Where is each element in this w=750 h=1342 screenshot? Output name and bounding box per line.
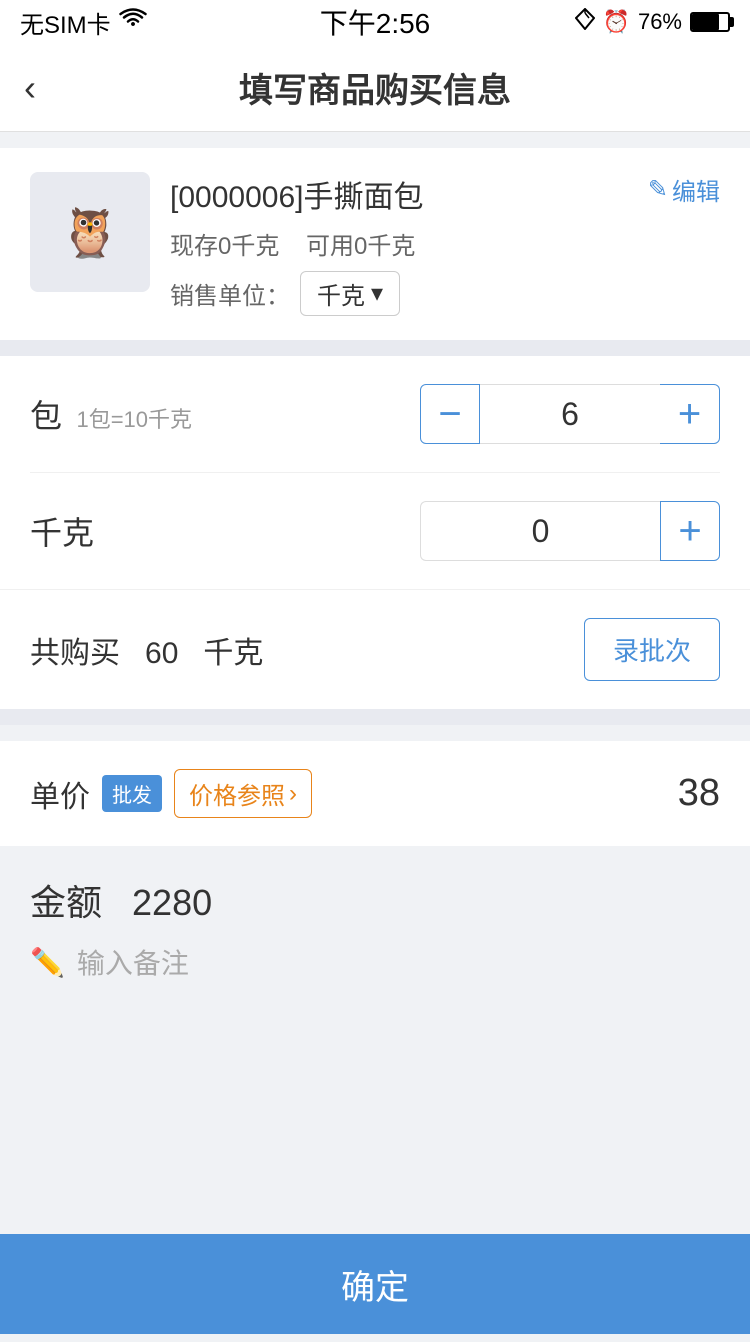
remark-row[interactable]: ✏️ 输入备注 (30, 942, 720, 982)
confirm-button[interactable]: 确定 (341, 1260, 409, 1309)
time-display: 下午2:56 (320, 2, 431, 42)
status-bar: 无SIM卡 下午2:56 ⏰ 76% (0, 0, 750, 44)
bag-qty-controls: − + (420, 384, 720, 444)
price-section: 单价 批发 价格参照 › 38 (0, 741, 750, 846)
status-right: ⏰ 76% (575, 8, 730, 36)
amount-section: 金额 2280 ✏️ 输入备注 (0, 846, 750, 1002)
chevron-down-icon: ▾ (371, 279, 383, 308)
kg-qty-row: 千克 + (30, 473, 720, 589)
total-row: 共购买 60 千克 录批次 (0, 589, 750, 709)
alarm-icon: ⏰ (603, 9, 630, 35)
carrier-label: 无SIM卡 (20, 5, 111, 40)
kg-label-group: 千克 (30, 508, 94, 554)
nav-bar: ‹ 填写商品购买信息 (0, 44, 750, 132)
edit-icon: ✎ (648, 175, 668, 204)
product-unit-row: 销售单位： 千克 ▾ (170, 271, 720, 316)
amount-label: 金额 (30, 882, 102, 923)
amount-value: 2280 (132, 882, 212, 923)
page-title: 填写商品购买信息 (239, 63, 511, 112)
price-label: 单价 (30, 772, 90, 816)
kg-qty-input[interactable] (420, 501, 660, 561)
status-left: 无SIM卡 (20, 5, 147, 40)
unit-label: 销售单位： (170, 276, 290, 311)
price-ref-label: 价格参照 (189, 776, 285, 811)
price-ref-button[interactable]: 价格参照 › (174, 769, 312, 818)
chevron-right-icon: › (289, 780, 297, 808)
unit-value: 千克 (317, 276, 365, 311)
back-button[interactable]: ‹ (24, 67, 36, 109)
bag-label-group: 包 1包=10千克 (30, 391, 192, 437)
product-name: [0000006]手撕面包 (170, 172, 720, 216)
pencil-icon: ✏️ (30, 946, 65, 979)
price-batch-tag: 批发 (102, 775, 162, 812)
bag-sub-label: 1包=10千克 (76, 407, 192, 432)
bag-qty-row: 包 1包=10千克 − + (30, 356, 720, 473)
edit-button[interactable]: ✎ 编辑 (648, 172, 720, 207)
quantity-section: 包 1包=10千克 − + 千克 + (0, 356, 750, 589)
wifi-icon (119, 8, 147, 37)
price-value: 38 (678, 772, 720, 815)
total-label: 共购买 (30, 637, 120, 670)
battery-percent: 76% (638, 9, 682, 35)
total-unit: 千克 (203, 637, 263, 670)
bag-qty-input[interactable] (480, 384, 660, 444)
section-divider-1 (0, 340, 750, 356)
product-card: 🦉 [0000006]手撕面包 现存0千克 可用0千克 销售单位： 千克 ▾ ✎… (0, 148, 750, 340)
remark-placeholder: 输入备注 (77, 942, 189, 982)
kg-plus-button[interactable]: + (660, 501, 720, 561)
section-divider-2 (0, 709, 750, 725)
bag-plus-button[interactable]: + (660, 384, 720, 444)
stock-value: 现存0千克 (170, 233, 279, 260)
kg-qty-controls: + (420, 501, 720, 561)
battery-icon (690, 12, 730, 32)
location-icon (575, 8, 595, 36)
available-value: 可用0千克 (306, 233, 415, 260)
total-text: 共购买 60 千克 (30, 628, 263, 672)
product-image: 🦉 (30, 172, 150, 292)
product-logo-icon: 🦉 (60, 204, 120, 261)
edit-label: 编辑 (672, 172, 720, 207)
batch-button[interactable]: 录批次 (584, 618, 720, 681)
confirm-bar[interactable]: 确定 (0, 1234, 750, 1334)
product-stock: 现存0千克 可用0千克 (170, 226, 720, 261)
kg-label: 千克 (30, 515, 94, 551)
unit-select[interactable]: 千克 ▾ (300, 271, 400, 316)
bag-label: 包 (30, 398, 62, 434)
total-amount: 60 (145, 637, 178, 670)
product-info: [0000006]手撕面包 现存0千克 可用0千克 销售单位： 千克 ▾ (170, 172, 720, 316)
amount-text: 金额 2280 (30, 874, 720, 926)
bag-minus-button[interactable]: − (420, 384, 480, 444)
price-left: 单价 批发 价格参照 › (30, 769, 312, 818)
